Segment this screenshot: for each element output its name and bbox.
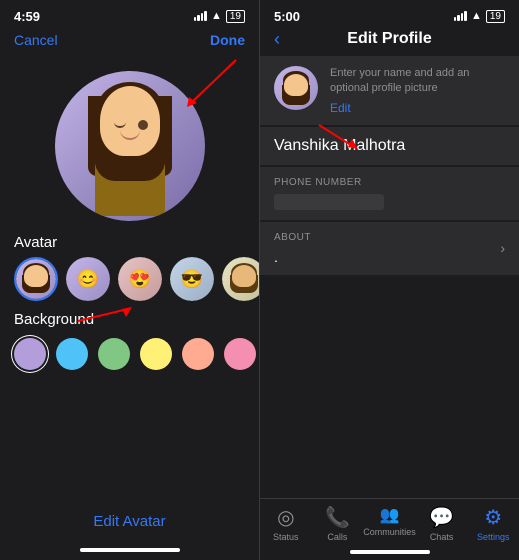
communities-nav-icon: 👥 [380, 505, 400, 525]
nav-item-status[interactable]: ◎ Status [260, 505, 312, 542]
avatar-option-5[interactable] [222, 257, 259, 301]
nav-item-chats[interactable]: 💬 Chats [416, 505, 468, 542]
name-section: Vanshika Malhotra [260, 127, 519, 165]
phone-section: PHONE NUMBER [260, 167, 519, 220]
status-nav-label: Status [273, 532, 299, 542]
top-bar-left: Cancel Done [0, 28, 259, 56]
communities-nav-label: Communities [363, 527, 416, 537]
background-label: Background [0, 301, 259, 334]
edit-arrow-annotation [314, 121, 364, 153]
chats-nav-icon: 💬 [429, 505, 454, 530]
time-right: 5:00 [274, 9, 300, 24]
left-eye [114, 122, 126, 128]
profile-thumbnail[interactable] [274, 66, 318, 110]
avatar-emoji-3: 😍 [129, 269, 151, 290]
wifi-icon: ▲ [211, 10, 222, 22]
avatar-option-3[interactable]: 😍 [118, 257, 162, 301]
settings-nav-icon: ⚙ [484, 505, 502, 530]
color-swatch-4[interactable] [182, 338, 214, 370]
battery-icon: 19 [226, 10, 245, 23]
color-swatch-3[interactable] [140, 338, 172, 370]
cancel-button[interactable]: Cancel [14, 32, 58, 48]
right-panel: 5:00 ▲ 19 ‹ Edit Profile Enter [259, 0, 519, 560]
spacer-right [260, 277, 519, 498]
avatar-option-inner-1 [16, 259, 56, 299]
phone-label: PHONE NUMBER [274, 177, 505, 188]
top-bar-right: ‹ Edit Profile [260, 28, 519, 56]
nav-item-calls[interactable]: 📞 Calls [312, 505, 364, 542]
right-eye [138, 120, 148, 130]
avatar-option-selected[interactable] [14, 257, 58, 301]
about-section[interactable]: ABOUT . › [260, 222, 519, 275]
profile-section: Enter your name and add an optional prof… [260, 56, 519, 125]
signal-icon-right [454, 11, 467, 21]
color-swatch-0[interactable] [14, 338, 46, 370]
avatar-head [100, 86, 160, 156]
settings-nav-label: Settings [477, 532, 510, 542]
color-swatch-2[interactable] [98, 338, 130, 370]
profile-info: Enter your name and add an optional prof… [330, 66, 505, 115]
chats-nav-label: Chats [430, 532, 454, 542]
avatar-section-label: Avatar [0, 226, 259, 257]
status-icons-right: ▲ 19 [454, 10, 505, 23]
background-section-wrapper: Background [0, 301, 259, 334]
wifi-icon-right: ▲ [471, 10, 482, 22]
left-panel: 4:59 ▲ 19 Cancel Done [0, 0, 259, 560]
avatar-display-area [0, 66, 259, 226]
spacer-left [0, 374, 259, 501]
mouth [120, 130, 140, 140]
chevron-right-icon: › [500, 240, 505, 256]
back-button[interactable]: ‹ [274, 29, 280, 50]
done-button[interactable]: Done [210, 32, 245, 48]
edit-photo-button[interactable]: Edit [330, 101, 505, 115]
color-swatch-5[interactable] [224, 338, 256, 370]
edit-avatar-button[interactable]: Edit Avatar [0, 501, 259, 542]
calls-nav-icon: 📞 [325, 505, 350, 530]
about-left: ABOUT . [274, 232, 500, 265]
profile-hint-text: Enter your name and add an optional prof… [330, 66, 505, 97]
nav-item-settings[interactable]: ⚙ Settings [467, 505, 519, 542]
battery-icon-right: 19 [486, 10, 505, 23]
status-bar-left: 4:59 ▲ 19 [0, 0, 259, 28]
avatar-options: 😊 😍 😎 [0, 257, 259, 301]
calls-nav-label: Calls [327, 532, 347, 542]
status-bar-right: 5:00 ▲ 19 [260, 0, 519, 28]
nav-item-communities[interactable]: 👥 Communities [363, 505, 416, 542]
annotation-arrow [171, 55, 241, 115]
about-value: . [274, 249, 500, 265]
time-left: 4:59 [14, 9, 40, 24]
color-swatch-1[interactable] [56, 338, 88, 370]
phone-value-bar[interactable] [274, 194, 384, 210]
status-icons-left: ▲ 19 [194, 10, 245, 23]
page-title: Edit Profile [347, 30, 431, 48]
avatar-emoji-2: 😊 [77, 269, 99, 290]
background-arrow [78, 303, 138, 327]
bottom-nav: ◎ Status 📞 Calls 👥 Communities 💬 Chats ⚙… [260, 498, 519, 546]
avatar-option-4[interactable]: 😎 [170, 257, 214, 301]
home-indicator-left [80, 548, 180, 552]
home-indicator-right [350, 550, 430, 554]
status-nav-icon: ◎ [277, 505, 294, 530]
avatar-emoji-4: 😎 [181, 269, 203, 290]
avatar-option-2[interactable]: 😊 [66, 257, 110, 301]
about-label: ABOUT [274, 232, 500, 243]
signal-icon [194, 11, 207, 21]
color-options [0, 334, 259, 374]
